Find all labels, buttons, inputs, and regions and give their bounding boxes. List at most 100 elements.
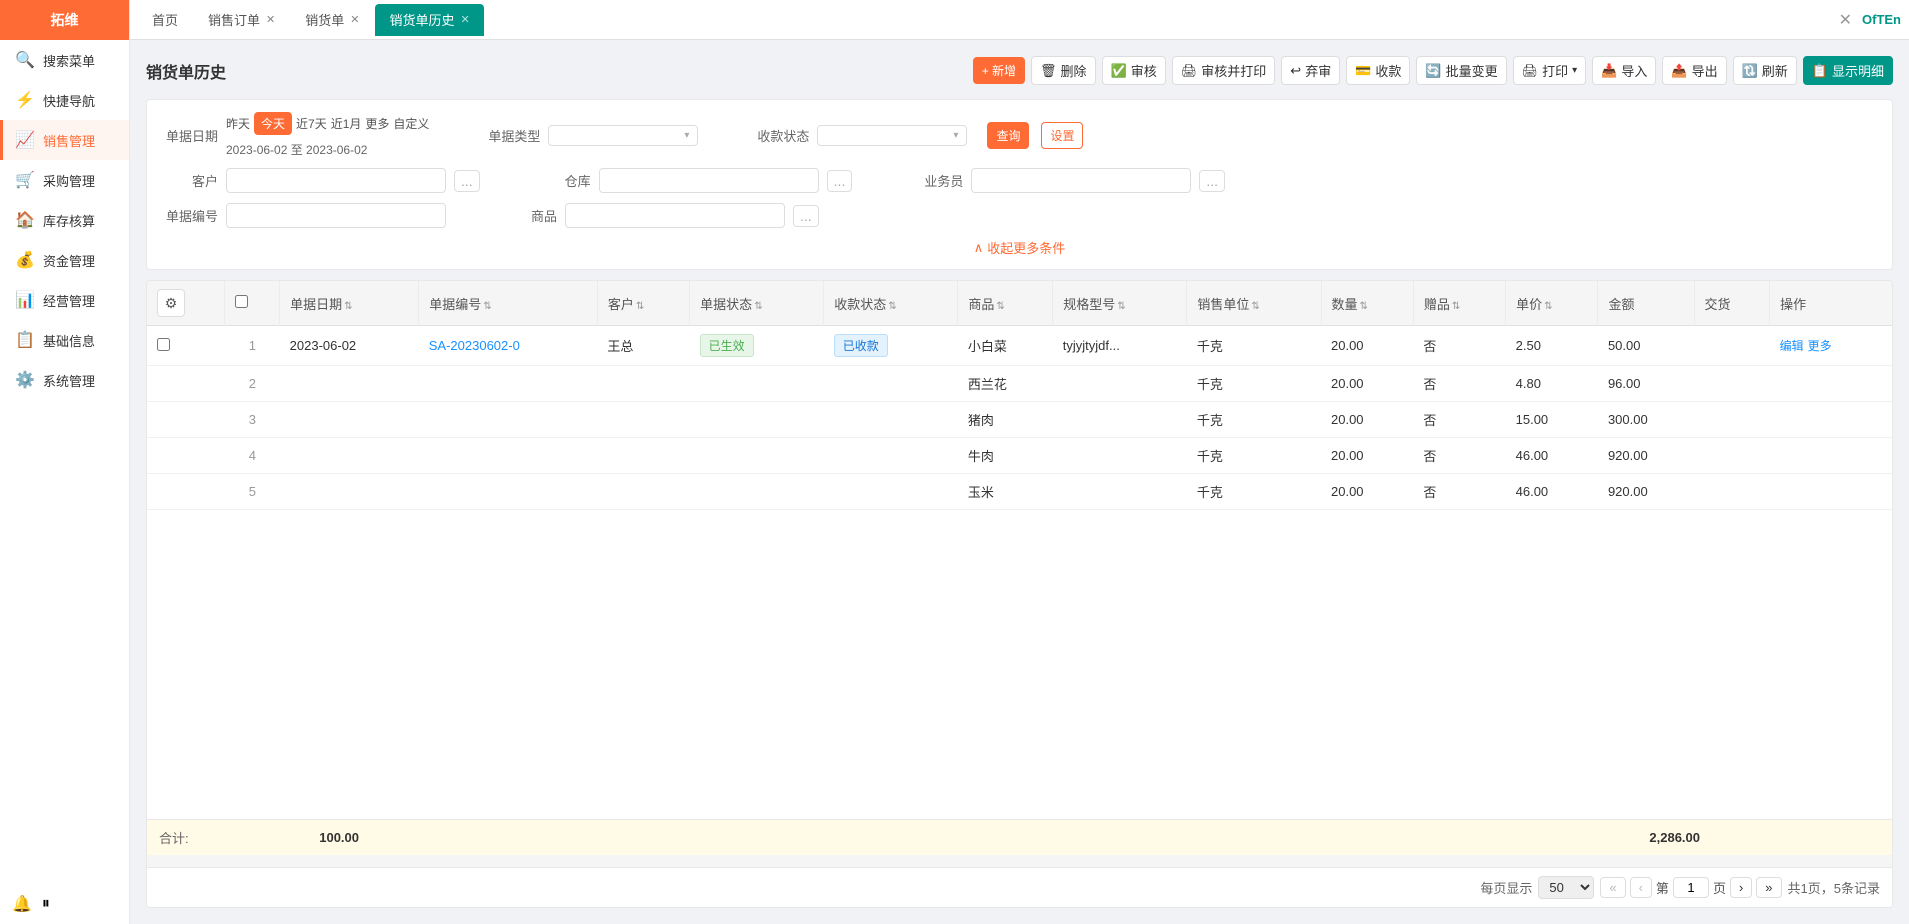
gift-sort-icon[interactable]: ⇅ [1452,301,1460,312]
abandon-button[interactable]: ↩ 弃审 [1281,56,1340,85]
select-all-checkbox[interactable] [235,295,248,308]
sidebar-item-ops-mgmt[interactable]: 📊 经营管理 [0,280,129,320]
no-sort-icon[interactable]: ⇅ [483,301,491,312]
cell-amount: 96.00 [1598,366,1694,402]
cell-unit: 千克 [1187,326,1321,366]
tab-sales-order[interactable]: 销售订单 ✕ [194,4,289,36]
price-sort-icon[interactable]: ⇅ [1544,301,1552,312]
payment-status-select[interactable]: ▾ [817,125,967,146]
tab-close-all[interactable]: ✕ [1835,6,1856,34]
edit-action-button[interactable]: 编辑 [1780,339,1804,353]
table-header-row: ⚙ 单据日期⇅ 单据编号⇅ 客户⇅ 单据状态⇅ 收款状态⇅ 商品⇅ 规格型号⇅ … [147,281,1892,326]
col-no: 单据编号⇅ [419,281,598,326]
tab-home[interactable]: 首页 [138,4,192,36]
new-button[interactable]: + 新增 [973,57,1025,84]
sidebar-item-base-info[interactable]: 📋 基础信息 [0,320,129,360]
import-button[interactable]: 📥 导入 [1592,56,1656,85]
doc-status-sort-icon[interactable]: ⇅ [754,301,762,312]
cell-unit: 千克 [1187,402,1321,438]
doc-no-link[interactable]: SA-20230602-0 [429,338,520,353]
audit-print-button[interactable]: 🖨 审核并打印 [1172,56,1276,85]
show-detail-button[interactable]: 📋 显示明细 [1803,56,1893,85]
query-button[interactable]: 查询 [987,122,1029,149]
export-button[interactable]: 📤 导出 [1662,56,1726,85]
audit-button[interactable]: ✅ 审核 [1102,56,1166,85]
cell-row-num: 2 [225,366,280,402]
tab-close-sales-delivery[interactable]: ✕ [350,13,359,26]
unit-sort-icon[interactable]: ⇅ [1251,301,1259,312]
total-amount: 2,286.00 [1649,830,1700,845]
date-1month[interactable]: 近1月 [331,115,362,132]
tab-close-sales-order[interactable]: ✕ [266,13,275,26]
page-size-select[interactable]: 50 10 20 100 [1538,876,1594,899]
main-content: 首页 销售订单 ✕ 销货单 ✕ 销货单历史 ✕ ✕ OfTEn 销货单历史 + … [130,0,1909,924]
cell-unit: 千克 [1187,438,1321,474]
row-checkbox[interactable] [157,338,170,351]
col-settings[interactable]: ⚙ [147,281,225,326]
refresh-button[interactable]: 🔃 刷新 [1733,56,1797,85]
sidebar-item-finance[interactable]: 💰 资金管理 [0,240,129,280]
prev-page-button[interactable]: ‹ [1630,877,1652,898]
sidebar-item-inventory[interactable]: 🏠 库存核算 [0,200,129,240]
date-7days[interactable]: 近7天 [296,115,327,132]
horizontal-scrollbar[interactable] [147,855,1892,867]
goods-sort-icon[interactable]: ⇅ [996,301,1004,312]
goods-ellipsis[interactable]: ... [793,205,819,227]
customer-ellipsis[interactable]: ... [454,170,480,192]
sidebar-item-purchase-mgmt[interactable]: 🛒 采购管理 [0,160,129,200]
spec-sort-icon[interactable]: ⇅ [1117,301,1125,312]
collapse-button[interactable]: ∧ 收起更多条件 [163,238,1876,257]
col-spec: 规格型号⇅ [1053,281,1187,326]
batch-change-button[interactable]: 🔄 批量变更 [1416,56,1506,85]
settings-filter-button[interactable]: 设置 [1041,122,1083,149]
warehouse-ellipsis[interactable]: ... [827,170,853,192]
sidebar-item-sys-mgmt[interactable]: ⚙️ 系统管理 [0,360,129,400]
warehouse-input[interactable] [599,168,819,193]
date-today[interactable]: 今天 [254,112,292,135]
base-info-icon: 📋 [15,330,35,350]
pause-icon[interactable]: ⏸ [42,895,50,913]
notification-icon[interactable]: 🔔 [12,894,32,914]
salesman-ellipsis[interactable]: ... [1199,170,1225,192]
doc-type-select[interactable]: ▾ [548,125,698,146]
customer-input[interactable] [226,168,446,193]
salesman-input[interactable] [971,168,1191,193]
date-more[interactable]: 更多 [365,115,389,132]
first-page-button[interactable]: « [1600,877,1625,898]
cell-settings [147,326,225,366]
cell-gift: 否 [1413,474,1505,510]
sidebar-item-label: 搜索菜单 [43,51,95,70]
col-date-label: 单据日期 [290,297,342,312]
last-page-button[interactable]: » [1756,877,1781,898]
customer-sort-icon[interactable]: ⇅ [636,301,644,312]
cell-unit: 千克 [1187,366,1321,402]
col-goods-label: 商品 [968,297,994,312]
date-sort-icon[interactable]: ⇅ [344,301,352,312]
date-yesterday[interactable]: 昨天 [226,115,250,132]
next-page-button[interactable]: › [1730,877,1752,898]
tab-sales-delivery[interactable]: 销货单 ✕ [291,4,373,36]
cell-row-num: 3 [225,402,280,438]
table-settings-icon[interactable]: ⚙ [157,289,185,317]
print-button[interactable]: 🖨 打印 ▾ [1513,56,1587,85]
sidebar-item-quick-nav[interactable]: ⚡ 快捷导航 [0,80,129,120]
tab-sales-history[interactable]: 销货单历史 ✕ [375,4,483,36]
tab-close-sales-history[interactable]: ✕ [461,13,470,26]
sidebar-item-sales-mgmt[interactable]: 📈 销售管理 [0,120,129,160]
collect-button[interactable]: 💳 收款 [1346,56,1410,85]
col-amount: 金额 [1598,281,1694,326]
col-no-label: 单据编号 [429,297,481,312]
sidebar-item-search-menu[interactable]: 🔍 搜索菜单 [0,40,129,80]
page-number-input[interactable] [1673,877,1709,898]
date-custom[interactable]: 自定义 [393,115,429,132]
qty-sort-icon[interactable]: ⇅ [1360,301,1368,312]
goods-input[interactable] [565,203,785,228]
delete-button[interactable]: 🗑 删除 [1031,56,1096,85]
cell-row-num: 1 [225,326,280,366]
col-gift: 赠品⇅ [1413,281,1505,326]
cell-goods: 小白菜 [958,326,1053,366]
cell-no [419,366,598,402]
pay-status-sort-icon[interactable]: ⇅ [888,301,896,312]
doc-no-input[interactable] [226,203,446,228]
more-action-button[interactable]: 更多 [1808,339,1832,353]
